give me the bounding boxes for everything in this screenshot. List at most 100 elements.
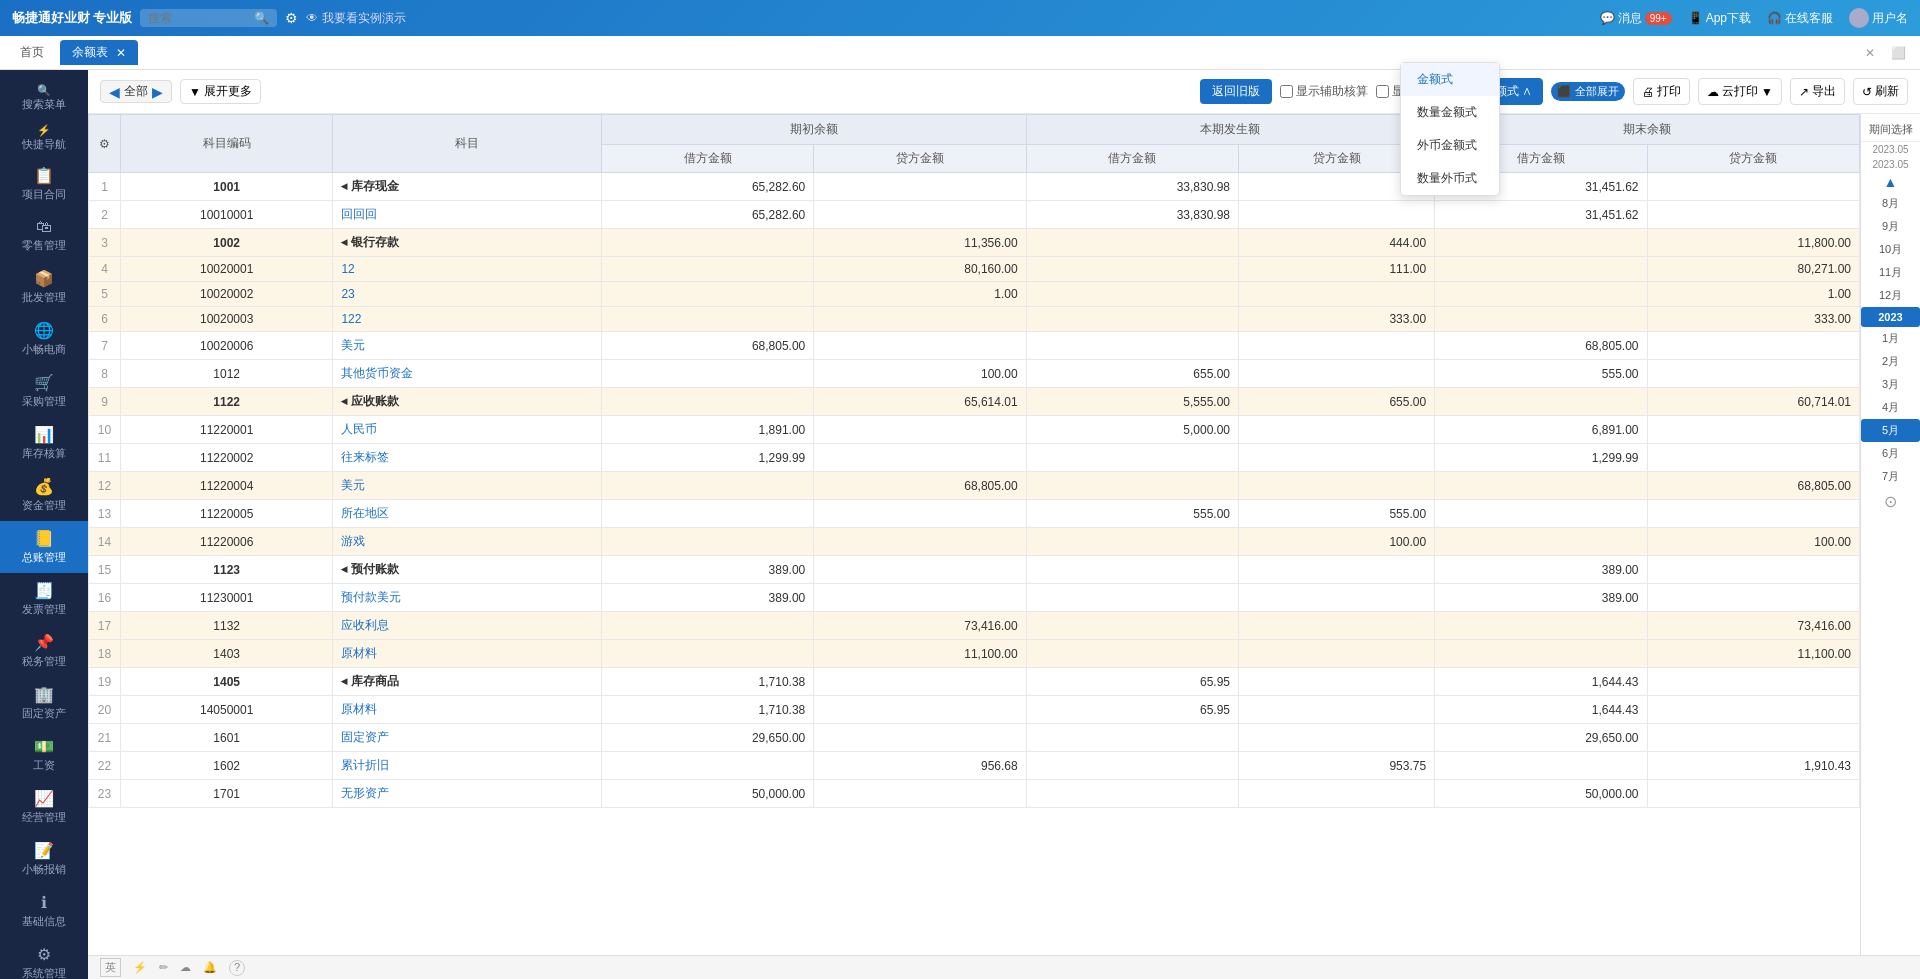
rp-month-6[interactable]: 6月 <box>1861 442 1920 465</box>
row-name[interactable]: 应收利息 <box>333 612 602 640</box>
rp-month-2[interactable]: 2月 <box>1861 350 1920 373</box>
table-row[interactable]: 4 10020001 12 80,160.00 111.00 80,271.00 <box>89 257 1860 282</box>
sidebar-item-system[interactable]: ⚙ 系统管理 <box>0 937 88 979</box>
sidebar-item-salary[interactable]: 💵 工资 <box>0 729 88 781</box>
sidebar-item-retail[interactable]: 🛍 零售管理 <box>0 210 88 261</box>
table-row[interactable]: 12 11220004 美元 68,805.00 68,805.00 <box>89 472 1860 500</box>
rp-month-12[interactable]: 12月 <box>1861 284 1920 307</box>
show-ytd-checkbox[interactable] <box>1376 85 1389 98</box>
row-name[interactable]: 原材料 <box>333 640 602 668</box>
rp-nav-up[interactable]: ▲ <box>1880 172 1902 192</box>
rp-month-7[interactable]: 7月 <box>1861 465 1920 488</box>
user-item[interactable]: 用户名 <box>1849 8 1908 28</box>
table-row[interactable]: 23 1701 无形资产 50,000.00 50,000.00 <box>89 780 1860 808</box>
settings-icon[interactable]: ⚙ <box>285 10 298 26</box>
demo-link[interactable]: 👁 我要看实例演示 <box>306 10 406 27</box>
table-row[interactable]: 11 11220002 往来标签 1,299.99 1,299.99 <box>89 444 1860 472</box>
rp-month-4[interactable]: 4月 <box>1861 396 1920 419</box>
sidebar-item-basic[interactable]: ℹ 基础信息 <box>0 885 88 937</box>
sidebar-item-purchase[interactable]: 🛒 采购管理 <box>0 365 88 417</box>
table-row[interactable]: 9 1122 ◂ 应收账款 65,614.01 5,555.00 655.00 … <box>89 388 1860 416</box>
dropdown-item-foreign-amount[interactable]: 外币金额式 <box>1401 129 1499 162</box>
sidebar-item-quick-nav[interactable]: ⚡ 快捷导航 <box>0 118 88 158</box>
row-name[interactable]: 其他货币资金 <box>333 360 602 388</box>
table-row[interactable]: 16 11230001 预付款美元 389.00 389.00 <box>89 584 1860 612</box>
table-row[interactable]: 20 14050001 原材料 1,710.38 65.95 1,644.43 <box>89 696 1860 724</box>
row-name[interactable]: 所在地区 <box>333 500 602 528</box>
sidebar-item-ecommerce[interactable]: 🌐 小畅电商 <box>0 313 88 365</box>
expand-all-toggle[interactable]: ⬛ 全部展开 <box>1551 82 1625 101</box>
dropdown-item-amount[interactable]: 金额式 <box>1401 63 1499 96</box>
show-aux-checkbox[interactable] <box>1280 85 1293 98</box>
row-name[interactable]: 23 <box>333 282 602 307</box>
rp-month-8[interactable]: 8月 <box>1861 192 1920 215</box>
rp-month-1[interactable]: 1月 <box>1861 327 1920 350</box>
rp-year-2023[interactable]: 2023 <box>1861 307 1920 327</box>
sidebar-item-project[interactable]: 📋 项目合同 <box>0 158 88 210</box>
table-row[interactable]: 7 10020006 美元 68,805.00 68,805.00 <box>89 332 1860 360</box>
row-name[interactable]: 往来标签 <box>333 444 602 472</box>
row-name[interactable]: 美元 <box>333 332 602 360</box>
service-item[interactable]: 🎧 在线客服 <box>1767 10 1833 27</box>
dropdown-item-qty-amount[interactable]: 数量金额式 <box>1401 96 1499 129</box>
search-box[interactable]: ◀ 全部 ▶ <box>100 80 172 103</box>
export-button[interactable]: ↗ 导出 <box>1790 78 1845 105</box>
rp-month-9[interactable]: 9月 <box>1861 215 1920 238</box>
table-row[interactable]: 15 1123 ◂ 预付账款 389.00 389.00 <box>89 556 1860 584</box>
expand-button[interactable]: ▼ 展开更多 <box>180 79 261 104</box>
row-name[interactable]: 无形资产 <box>333 780 602 808</box>
tab-restore-btn[interactable]: ⬜ <box>1885 44 1912 62</box>
tab-home[interactable]: 首页 <box>8 40 56 65</box>
row-name[interactable]: 游戏 <box>333 528 602 556</box>
download-item[interactable]: 📱 App下载 <box>1688 10 1751 27</box>
rp-month-3[interactable]: 3月 <box>1861 373 1920 396</box>
refresh-button[interactable]: ↺ 刷新 <box>1853 78 1908 105</box>
row-name[interactable]: 累计折旧 <box>333 752 602 780</box>
tab-balance-close[interactable]: ✕ <box>116 46 126 60</box>
table-row[interactable]: 6 10020003 122 333.00 333.00 <box>89 307 1860 332</box>
table-row[interactable]: 14 11220006 游戏 100.00 100.00 <box>89 528 1860 556</box>
sidebar-item-operations[interactable]: 📈 经营管理 <box>0 781 88 833</box>
sidebar-item-inventory[interactable]: 📊 库存核算 <box>0 417 88 469</box>
row-name[interactable]: ◂ 应收账款 <box>333 388 602 416</box>
nav-right-icon[interactable]: ▶ <box>152 84 163 100</box>
rp-collapse-btn[interactable]: ⊙ <box>1880 488 1901 515</box>
rp-month-11[interactable]: 11月 <box>1861 261 1920 284</box>
table-row[interactable]: 1 1001 ◂ 库存现金 65,282.60 33,830.98 31,451… <box>89 173 1860 201</box>
table-row[interactable]: 5 10020002 23 1.00 1.00 <box>89 282 1860 307</box>
status-lang[interactable]: 英 <box>100 958 121 977</box>
tab-balance[interactable]: 余额表 ✕ <box>60 40 138 65</box>
sidebar-item-tax[interactable]: 📌 税务管理 <box>0 625 88 677</box>
status-help[interactable]: ? <box>229 960 245 976</box>
message-item[interactable]: 💬 消息 99+ <box>1600 10 1672 27</box>
row-name[interactable]: 预付款美元 <box>333 584 602 612</box>
tab-close-btn[interactable]: ✕ <box>1859 44 1881 62</box>
sidebar-item-fixed-assets[interactable]: 🏢 固定资产 <box>0 677 88 729</box>
table-row[interactable]: 8 1012 其他货币资金 100.00 655.00 555.00 <box>89 360 1860 388</box>
row-name[interactable]: 原材料 <box>333 696 602 724</box>
print-button[interactable]: 🖨 打印 <box>1633 78 1690 105</box>
table-row[interactable]: 17 1132 应收利息 73,416.00 73,416.00 <box>89 612 1860 640</box>
sidebar-item-report[interactable]: 📝 小畅报销 <box>0 833 88 885</box>
row-name[interactable]: ◂ 库存商品 <box>333 668 602 696</box>
row-name[interactable]: ◂ 银行存款 <box>333 229 602 257</box>
table-row[interactable]: 10 11220001 人民币 1,891.00 5,000.00 6,891.… <box>89 416 1860 444</box>
table-row[interactable]: 19 1405 ◂ 库存商品 1,710.38 65.95 1,644.43 <box>89 668 1860 696</box>
cloud-print-button[interactable]: ☁ 云打印 ▼ <box>1698 78 1782 105</box>
row-name[interactable]: 回回回 <box>333 201 602 229</box>
row-name[interactable]: 人民币 <box>333 416 602 444</box>
return-old-button[interactable]: 返回旧版 <box>1200 79 1272 104</box>
show-aux-check-label[interactable]: 显示辅助核算 <box>1280 83 1368 100</box>
table-row[interactable]: 13 11220005 所在地区 555.00 555.00 <box>89 500 1860 528</box>
nav-left-icon[interactable]: ◀ <box>109 84 120 100</box>
row-name[interactable]: 美元 <box>333 472 602 500</box>
row-name[interactable]: 12 <box>333 257 602 282</box>
sidebar-item-capital[interactable]: 💰 资金管理 <box>0 469 88 521</box>
sidebar-item-wholesale[interactable]: 📦 批发管理 <box>0 261 88 313</box>
rp-month-5[interactable]: 5月 <box>1861 419 1920 442</box>
sidebar-item-general-ledger[interactable]: 📒 总账管理 <box>0 521 88 573</box>
sidebar-item-search[interactable]: 🔍 搜索菜单 <box>0 78 88 118</box>
col-settings-header[interactable]: ⚙ <box>89 115 121 173</box>
row-name[interactable]: ◂ 预付账款 <box>333 556 602 584</box>
settings-icon[interactable]: ⚙ <box>99 137 110 151</box>
